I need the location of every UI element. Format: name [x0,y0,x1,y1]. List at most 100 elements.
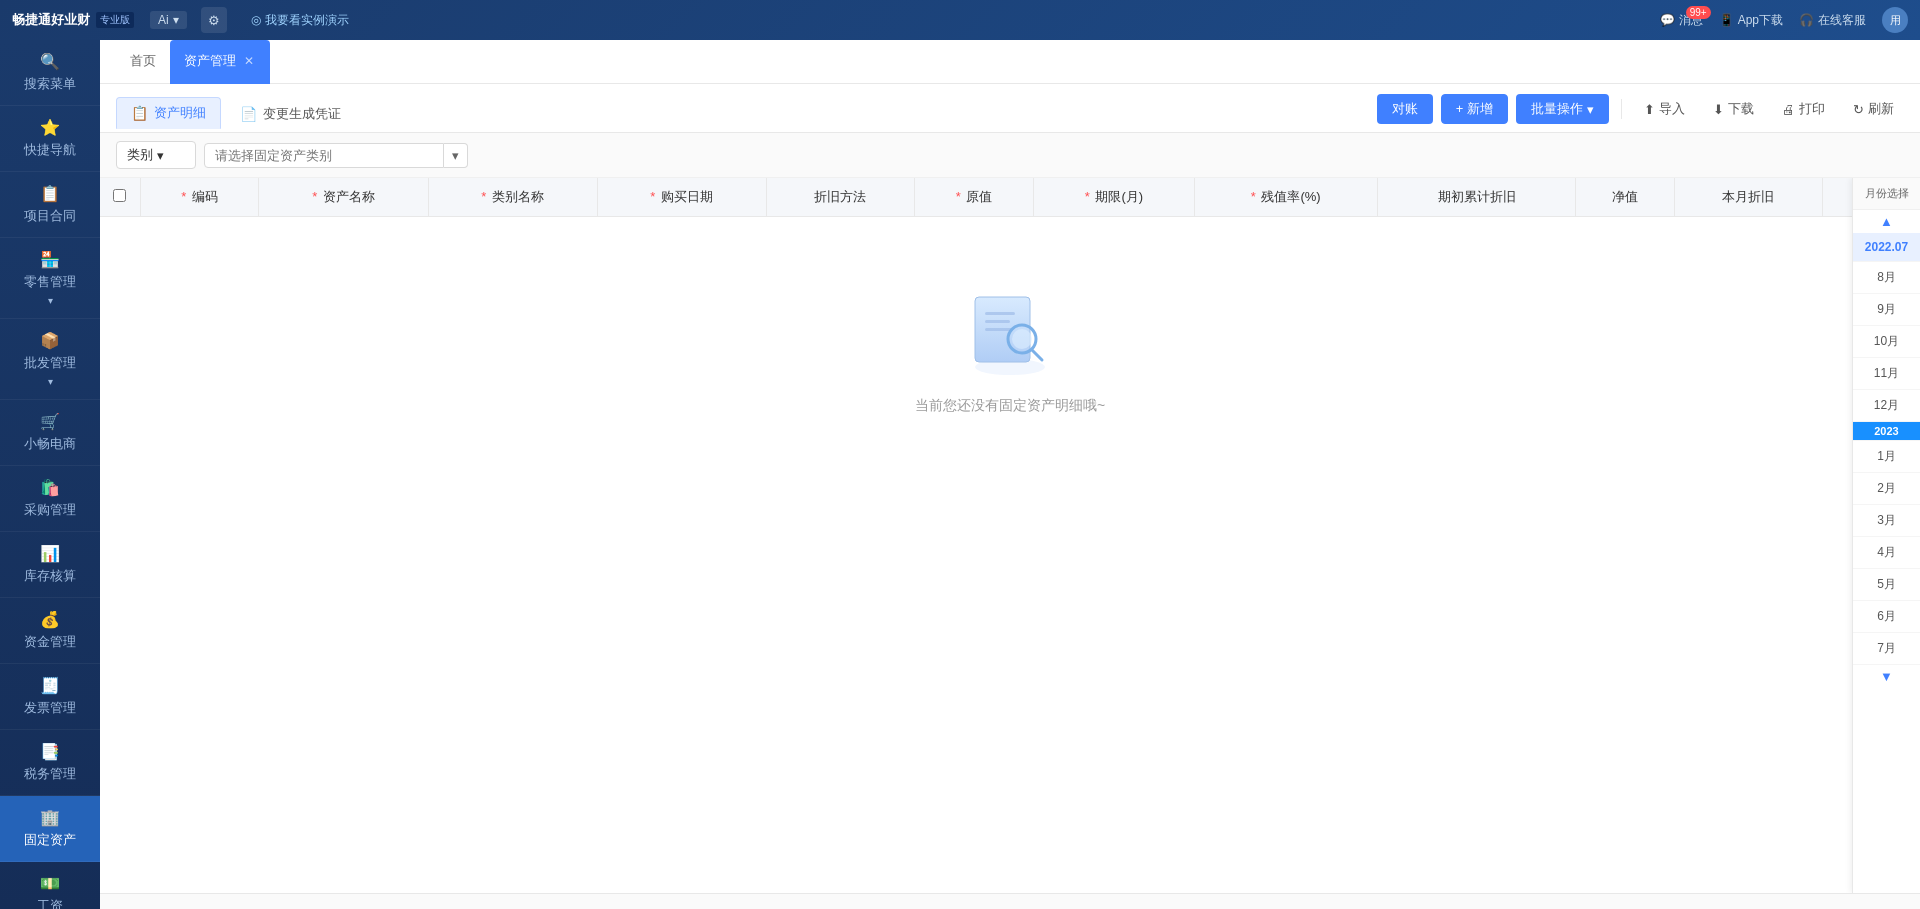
col-purchase-date: * 购买日期 [597,178,766,217]
demo-link[interactable]: ◎ 我要看实例演示 [251,12,349,29]
sidebar-label-purchase: 采购管理 [24,501,76,519]
sidebar-item-ecommerce[interactable]: 🛒 小畅电商 [0,400,100,466]
bottom-scroll [100,893,1920,909]
search-icon: 🔍 [40,52,60,71]
download-icon2: ⬇ [1713,102,1724,117]
print-button[interactable]: 🖨 打印 [1772,95,1835,123]
add-button[interactable]: + 新增 [1441,94,1508,124]
download-label: 下载 [1728,100,1754,118]
month-6[interactable]: 6月 [1853,601,1920,633]
category-input-wrap: ▾ [204,143,504,168]
svg-point-7 [1012,329,1032,349]
month-12[interactable]: 12月 [1853,390,1920,422]
empty-svg [950,277,1070,377]
col-period-label: 期限(月) [1095,189,1143,204]
top-bar-right: 💬 消息 99+ 📱 App下载 🎧 在线客服 用 [1660,7,1908,33]
tab-asset-management[interactable]: 资产管理 ✕ [170,40,270,84]
sidebar-item-fixed-assets[interactable]: 🏢 固定资产 [0,796,100,862]
app-download-button[interactable]: 📱 App下载 [1719,12,1783,29]
month-panel-up[interactable]: ▲ [1853,210,1920,233]
sidebar-item-tax[interactable]: 📑 税务管理 [0,730,100,796]
empty-illustration [950,277,1070,377]
sidebar-item-search[interactable]: 🔍 搜索菜单 [0,40,100,106]
avatar[interactable]: 用 [1882,7,1908,33]
app-edition: 专业版 [96,12,134,28]
month-3[interactable]: 3月 [1853,505,1920,537]
company-selector[interactable]: Ai ▾ [150,11,187,29]
svg-rect-5 [985,328,1013,331]
sidebar-item-inventory[interactable]: 📊 库存核算 [0,532,100,598]
category-dropdown-button[interactable]: ▾ [444,143,468,168]
tab-asset-label: 资产管理 [184,52,236,70]
month-5-label: 5月 [1877,577,1896,591]
star-icon: ⭐ [40,118,60,137]
tab-close-icon[interactable]: ✕ [242,54,256,68]
payroll-icon: 💵 [40,874,60,893]
col-category-label: 类别名称 [492,189,544,204]
empty-state: 当前您还没有固定资产明细哦~ [100,217,1920,475]
category-input[interactable] [204,143,444,168]
message-button[interactable]: 💬 消息 99+ [1660,12,1703,29]
chevron-down-month-icon: ▼ [1880,669,1893,684]
month-1-label: 1月 [1877,449,1896,463]
settings-button[interactable]: ⚙ [201,7,227,33]
col-period: * 期限(月) [1034,178,1195,217]
app-logo: 畅捷通好业财 专业版 [12,11,134,29]
refresh-button[interactable]: ↻ 刷新 [1843,95,1904,123]
month-1[interactable]: 1月 [1853,441,1920,473]
toolbar-right: 对账 + 新增 批量操作 ▾ ⬆ 导入 ⬇ 下载 [1377,94,1904,132]
service-icon: 🎧 [1799,13,1814,27]
month-panel-down[interactable]: ▼ [1853,665,1920,688]
col-name-label: 资产名称 [323,189,375,204]
table-wrap[interactable]: * 编码 * 资产名称 * 类别名称 [100,178,1920,893]
import-icon: ⬆ [1644,102,1655,117]
category-label-select[interactable]: 类别 ▾ [116,141,196,169]
online-service-button[interactable]: 🎧 在线客服 [1799,12,1866,29]
month-10[interactable]: 10月 [1853,326,1920,358]
month-5[interactable]: 5月 [1853,569,1920,601]
retail-icon: 🏪 [40,250,60,269]
sub-tab-asset-detail[interactable]: 📋 资产明细 [116,97,221,129]
tab-home[interactable]: 首页 [116,40,170,84]
year-2023-label: 2023 [1874,425,1898,437]
sidebar-label-quick-nav: 快捷导航 [24,141,76,159]
finance-icon: 💰 [40,610,60,629]
sidebar-item-purchase[interactable]: 🛍️ 采购管理 [0,466,100,532]
print-icon: 🖨 [1782,102,1795,117]
col-depreciation: 折旧方法 [766,178,914,217]
sidebar-item-retail[interactable]: 🏪 零售管理 ▾ [0,238,100,319]
sidebar-item-payroll[interactable]: 💵 工资 [0,862,100,909]
select-all-checkbox[interactable] [113,189,126,202]
month-2022-07[interactable]: 2022.07 [1853,233,1920,262]
sidebar-item-finance[interactable]: 💰 资金管理 [0,598,100,664]
batch-button[interactable]: 批量操作 ▾ [1516,94,1609,124]
col-code: * 编码 [140,178,259,217]
purchase-icon: 🛍️ [40,478,60,497]
col-net-value-label: 净值 [1612,189,1638,204]
month-8[interactable]: 8月 [1853,262,1920,294]
month-9-label: 9月 [1877,302,1896,316]
reconcile-button[interactable]: 对账 [1377,94,1433,124]
sub-tab-change-voucher[interactable]: 📄 变更生成凭证 [225,98,356,129]
download-icon: 📱 [1719,13,1734,27]
chevron-down-icon: ▾ [48,295,53,306]
col-original-value: * 原值 [915,178,1034,217]
svg-rect-3 [985,312,1015,315]
batch-label: 批量操作 [1531,100,1583,118]
import-button[interactable]: ⬆ 导入 [1634,95,1695,123]
dropdown-icon: ▾ [173,13,179,27]
sidebar-item-invoice[interactable]: 🧾 发票管理 [0,664,100,730]
sidebar-item-wholesale[interactable]: 📦 批发管理 ▾ [0,319,100,400]
month-2[interactable]: 2月 [1853,473,1920,505]
col-code-label: 编码 [192,189,218,204]
month-11[interactable]: 11月 [1853,358,1920,390]
sidebar-item-quick-nav[interactable]: ⭐ 快捷导航 [0,106,100,172]
month-4[interactable]: 4月 [1853,537,1920,569]
month-7[interactable]: 7月 [1853,633,1920,665]
category-label-arrow: ▾ [157,148,164,163]
col-residual-rate: * 残值率(%) [1194,178,1377,217]
month-9[interactable]: 9月 [1853,294,1920,326]
asset-detail-tab-icon: 📋 [131,105,148,121]
sidebar-item-project-contract[interactable]: 📋 项目合同 [0,172,100,238]
download-button[interactable]: ⬇ 下载 [1703,95,1764,123]
